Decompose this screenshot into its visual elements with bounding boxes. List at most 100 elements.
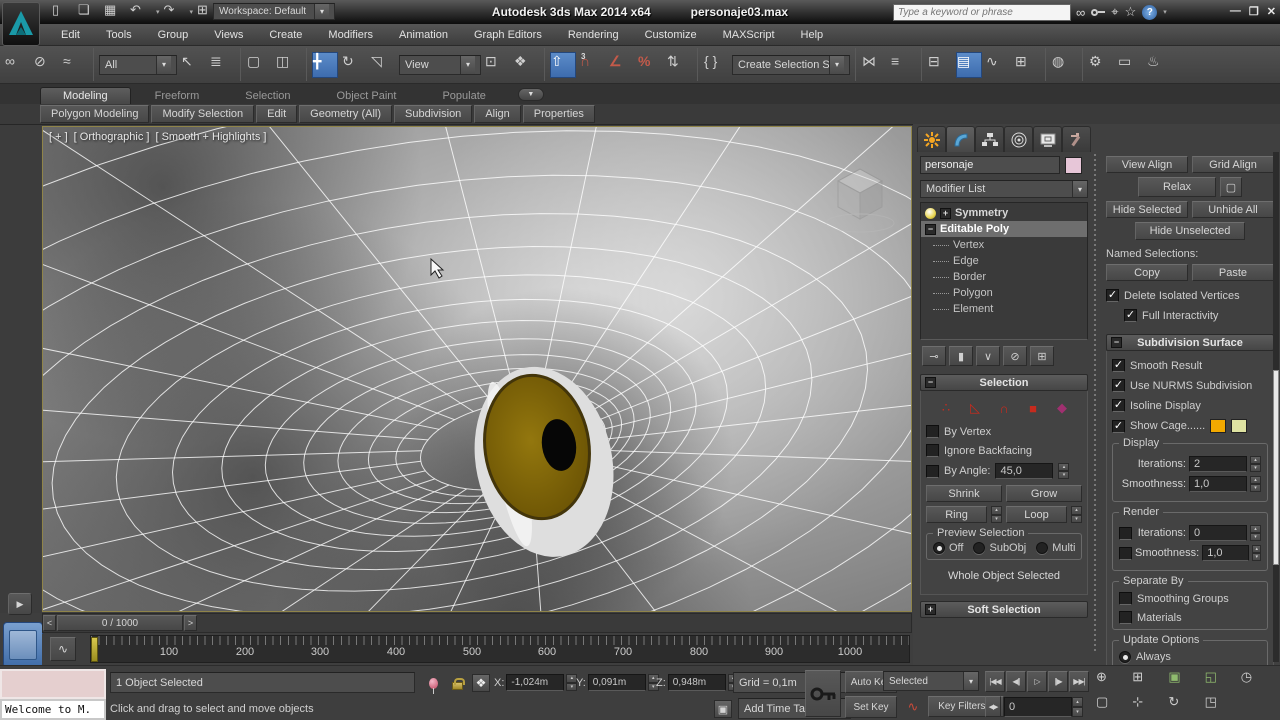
animation-set-arrow-icon[interactable]: ▾ xyxy=(963,672,978,690)
zoom-all-button[interactable]: ⊞ xyxy=(1132,669,1167,692)
render-iterations-field[interactable]: 0 xyxy=(1189,525,1247,541)
reference-coordinate-dropdown[interactable]: View ▾ xyxy=(399,54,481,75)
update-always-row[interactable]: Always xyxy=(1119,651,1261,663)
select-and-move-button[interactable]: ╋ xyxy=(312,51,338,78)
undo-flyout-arrow-icon[interactable]: ▾ xyxy=(156,8,160,16)
select-and-link-button[interactable]: ∞ xyxy=(4,52,30,78)
modifier-list-arrow-icon[interactable]: ▾ xyxy=(1072,181,1087,197)
ribbon-panel-polygon-modeling[interactable]: Polygon Modeling xyxy=(40,105,150,123)
tab-display[interactable] xyxy=(1033,126,1062,152)
maximize-viewport-toggle[interactable]: ◳ xyxy=(1205,694,1240,717)
bind-to-space-warp-button[interactable]: ≈ xyxy=(62,52,88,78)
orbit-button[interactable]: ↻ xyxy=(1168,694,1203,717)
schematic-view-button[interactable]: ⊞ xyxy=(1014,52,1040,78)
workspace-dropdown-icon[interactable]: ▾ xyxy=(314,4,329,19)
menu-graph-editors[interactable]: Graph Editors xyxy=(461,29,555,41)
panel-scrollbar[interactable] xyxy=(1273,152,1279,662)
ring-button[interactable]: Ring xyxy=(926,506,987,523)
ribbon-panel-geometry-all[interactable]: Geometry (All) xyxy=(299,105,393,123)
search-input[interactable] xyxy=(893,4,1071,21)
collapse-base-icon[interactable]: − xyxy=(925,223,936,235)
render-iterations-checkbox[interactable] xyxy=(1119,526,1132,540)
display-iterations-spinner[interactable]: ▴ ▾ xyxy=(1250,456,1261,472)
tab-create[interactable] xyxy=(917,126,946,152)
selection-filter-arrow-icon[interactable]: ▾ xyxy=(156,55,171,74)
next-frame-button[interactable]: > xyxy=(184,615,197,631)
ribbon-tab-selection[interactable]: Selection xyxy=(223,88,312,104)
menu-help[interactable]: Help xyxy=(788,29,837,41)
minimized-window-thumbnail[interactable] xyxy=(3,622,43,668)
by-angle-spinner[interactable]: ▴ ▾ xyxy=(1058,463,1070,479)
show-end-result-button[interactable]: ▮ xyxy=(949,346,973,366)
manage-layers-button[interactable]: ⊟ xyxy=(927,52,953,78)
go-to-end-button[interactable]: ▶▶| xyxy=(1069,671,1089,692)
delete-isolated-checkbox[interactable] xyxy=(1106,289,1119,302)
window-crossing-toggle[interactable]: ◫ xyxy=(275,52,301,78)
make-unique-button[interactable]: ∨ xyxy=(976,346,1000,366)
current-frame-field[interactable]: 0 xyxy=(1004,697,1072,717)
y-coordinate-field[interactable]: 0,091m xyxy=(587,674,646,691)
grid-align-button[interactable]: Grid Align xyxy=(1192,156,1274,173)
viewport-general-menu[interactable]: [ + ] xyxy=(49,131,68,143)
graphite-ribbon-toggle[interactable]: ▤ xyxy=(956,51,982,78)
rendered-frame-window-button[interactable]: ▭ xyxy=(1117,52,1143,78)
select-by-name-button[interactable]: ≣ xyxy=(209,52,235,78)
hide-unselected-button[interactable]: Hide Unselected xyxy=(1135,222,1245,240)
smoothing-groups-checkbox[interactable] xyxy=(1119,592,1132,605)
set-keys-button[interactable] xyxy=(805,670,841,717)
shrink-button[interactable]: Shrink xyxy=(926,485,1002,502)
by-vertex-checkbox[interactable] xyxy=(926,425,939,438)
preview-multi-option[interactable]: Multi xyxy=(1036,542,1075,554)
configure-modifier-sets-button[interactable]: ⊞ xyxy=(1030,346,1054,366)
element-subobject-button[interactable]: ◆ xyxy=(1052,399,1072,417)
viewport-pov-menu[interactable]: [ Orthographic ] xyxy=(74,131,150,143)
loop-spinner[interactable]: ▴ ▾ xyxy=(1071,506,1082,523)
close-button[interactable]: ✕ xyxy=(1267,5,1276,18)
next-frame-playback-button[interactable]: ||▶ xyxy=(1048,671,1068,692)
z-coordinate-field[interactable]: 0,948m xyxy=(667,674,726,691)
panel-column-splitter[interactable] xyxy=(1094,154,1096,654)
mini-curve-editor-button[interactable]: ∿ xyxy=(50,637,76,661)
hide-selected-button[interactable]: Hide Selected xyxy=(1106,201,1188,218)
ribbon-panel-properties[interactable]: Properties xyxy=(522,105,595,123)
play-button[interactable]: ▷ xyxy=(1027,671,1047,692)
field-of-view-button[interactable]: ▢ xyxy=(1096,694,1131,717)
ribbon-panel-edit[interactable]: Edit xyxy=(256,105,298,123)
loop-button[interactable]: Loop xyxy=(1006,506,1067,523)
key-mode-toggle[interactable]: ◀▶ xyxy=(985,696,1001,717)
redo-button[interactable]: ↷ xyxy=(164,2,186,22)
display-smoothness-spinner[interactable]: ▴ ▾ xyxy=(1250,476,1261,492)
relax-button[interactable]: Relax xyxy=(1138,177,1216,197)
use-pivot-center-button[interactable]: ⊡ xyxy=(484,52,510,78)
cage-color-swatch[interactable] xyxy=(1210,419,1227,433)
smooth-result-checkbox[interactable] xyxy=(1112,359,1125,372)
show-cage-checkbox[interactable] xyxy=(1112,419,1125,433)
spinner-snap-toggle[interactable]: ⇅ xyxy=(666,52,692,78)
modifier-list-dropdown[interactable]: Modifier List ▾ xyxy=(920,180,1088,198)
menu-modifiers[interactable]: Modifiers xyxy=(315,29,386,41)
new-file-button[interactable]: ▯ xyxy=(52,2,74,22)
display-iterations-field[interactable]: 2 xyxy=(1189,456,1247,472)
view-align-button[interactable]: View Align xyxy=(1106,156,1188,173)
zoom-extents-all-button[interactable]: ◱ xyxy=(1205,669,1240,692)
search-binoculars-icon[interactable]: ∞ xyxy=(1076,5,1085,20)
paste-button[interactable]: Paste xyxy=(1192,264,1274,281)
angle-snap-toggle[interactable]: ∠ xyxy=(608,52,634,78)
previous-frame-playback-button[interactable]: ◀|| xyxy=(1006,671,1026,692)
tab-utilities[interactable] xyxy=(1062,126,1091,152)
workspace-selector[interactable]: Workspace: Default ▾ xyxy=(213,3,335,20)
ribbon-panel-subdivision[interactable]: Subdivision xyxy=(394,105,473,123)
vertex-subobject-button[interactable]: ∴ xyxy=(936,399,956,417)
absolute-mode-toggle[interactable]: ❖ xyxy=(472,674,490,692)
menu-tools[interactable]: Tools xyxy=(93,29,145,41)
viewport-shading-menu[interactable]: [ Smooth + Highlights ] xyxy=(155,131,266,143)
ribbon-tab-object-paint[interactable]: Object Paint xyxy=(315,88,419,104)
time-configuration-button[interactable]: ◷ xyxy=(1241,669,1276,692)
reference-coordinate-arrow-icon[interactable]: ▾ xyxy=(460,55,475,74)
stack-subobject-polygon[interactable]: Polygon xyxy=(921,285,1087,301)
named-set-arrow-icon[interactable]: ▾ xyxy=(829,55,844,74)
snaps-toggle-3d[interactable]: 3 ∩ xyxy=(579,52,605,78)
ring-spinner[interactable]: ▴ ▾ xyxy=(991,506,1002,523)
pin-stack-button[interactable]: ⊸ xyxy=(922,346,946,366)
infocenter-search[interactable] xyxy=(893,4,1071,21)
